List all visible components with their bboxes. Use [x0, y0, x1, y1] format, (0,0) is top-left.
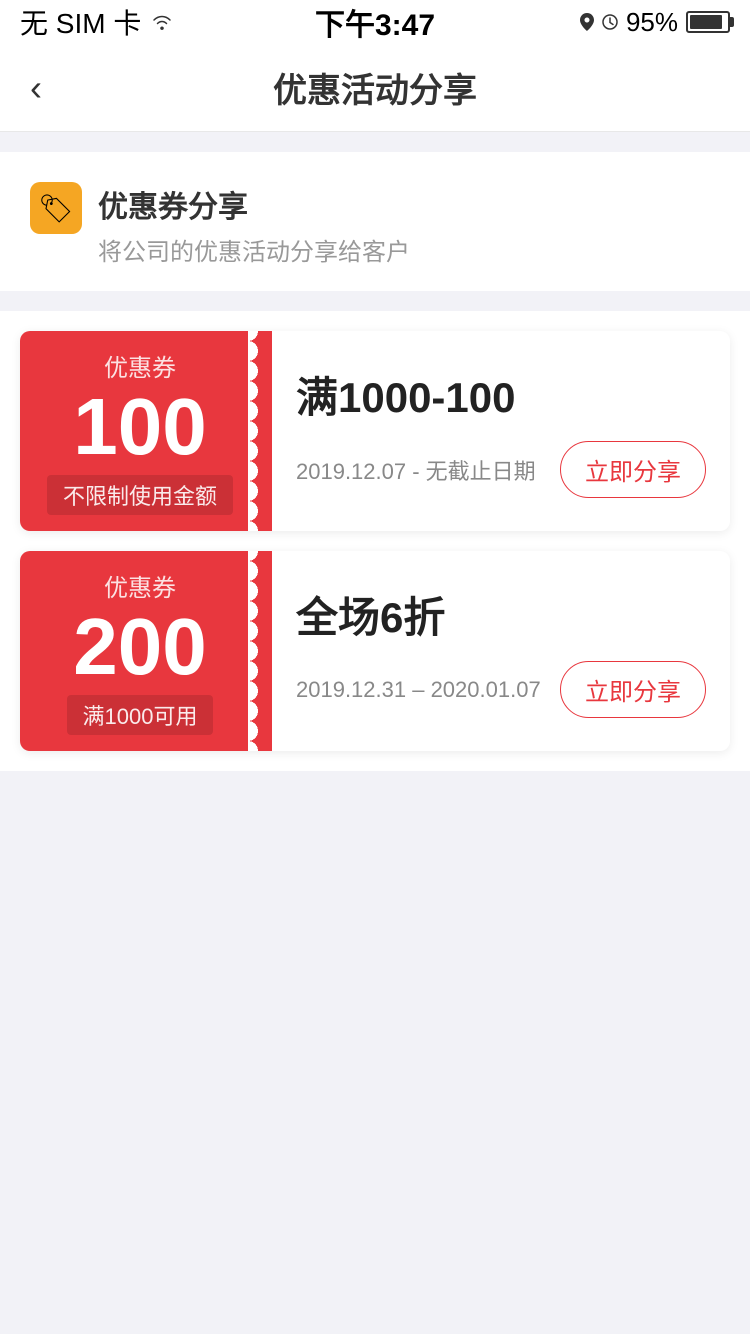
coupon-left-1: 优惠券 100 不限制使用金额: [20, 331, 260, 531]
coupon-label-2: 优惠券: [104, 568, 176, 603]
coupon-name-2: 全场6折: [296, 584, 706, 645]
section-subtitle: 将公司的优惠活动分享给客户: [98, 232, 410, 267]
share-button-2[interactable]: 立即分享: [560, 661, 706, 718]
coupon-list: 优惠券 100 不限制使用金额 满1000-100 2019.12.07 - 无…: [0, 311, 750, 771]
coupon-card-2: 优惠券 200 满1000可用 全场6折 2019.12.31 – 2020.0…: [20, 551, 730, 751]
coupon-condition-1: 不限制使用金额: [47, 475, 233, 515]
coupon-name-1: 满1000-100: [296, 364, 706, 425]
back-button[interactable]: ‹: [30, 67, 42, 109]
status-bar: 无 SIM 卡 下午3:47 95%: [0, 0, 750, 44]
nav-bar: ‹ 优惠活动分享: [0, 44, 750, 132]
status-right: 95%: [580, 7, 730, 38]
page-title: 优惠活动分享: [273, 63, 477, 112]
coupon-amount-2: 200: [73, 607, 206, 687]
section-icon: 🏷: [30, 182, 82, 234]
location-icon: [580, 13, 594, 31]
coupon-meta-2: 2019.12.31 – 2020.01.07 立即分享: [296, 661, 706, 718]
page-fill: [0, 771, 750, 1271]
battery-text: 95%: [626, 7, 678, 38]
section-header: 🏷 优惠券分享 将公司的优惠活动分享给客户: [0, 152, 750, 291]
clock-icon: [602, 14, 618, 30]
coupon-right-1: 满1000-100 2019.12.07 - 无截止日期 立即分享: [260, 331, 730, 531]
coupon-date-2: 2019.12.31 – 2020.01.07: [296, 677, 541, 703]
coupon-icon: 🏷: [38, 192, 74, 225]
coupon-card: 优惠券 100 不限制使用金额 满1000-100 2019.12.07 - 无…: [20, 331, 730, 531]
coupon-left-2: 优惠券 200 满1000可用: [20, 551, 260, 751]
coupon-right-2: 全场6折 2019.12.31 – 2020.01.07 立即分享: [260, 551, 730, 751]
coupon-meta-1: 2019.12.07 - 无截止日期 立即分享: [296, 441, 706, 498]
status-left: 无 SIM 卡: [20, 2, 173, 42]
battery-icon: [686, 11, 730, 33]
section-title: 优惠券分享: [98, 182, 410, 226]
wifi-icon: [151, 14, 173, 30]
section-text-group: 优惠券分享 将公司的优惠活动分享给客户: [98, 182, 410, 267]
battery-fill: [690, 15, 722, 29]
coupon-amount-1: 100: [73, 387, 206, 467]
status-time: 下午3:47: [315, 0, 435, 44]
share-button-1[interactable]: 立即分享: [560, 441, 706, 498]
carrier-text: 无 SIM 卡: [20, 2, 141, 42]
coupon-label-1: 优惠券: [104, 348, 176, 383]
coupon-date-1: 2019.12.07 - 无截止日期: [296, 454, 536, 486]
coupon-condition-2: 满1000可用: [67, 695, 214, 735]
